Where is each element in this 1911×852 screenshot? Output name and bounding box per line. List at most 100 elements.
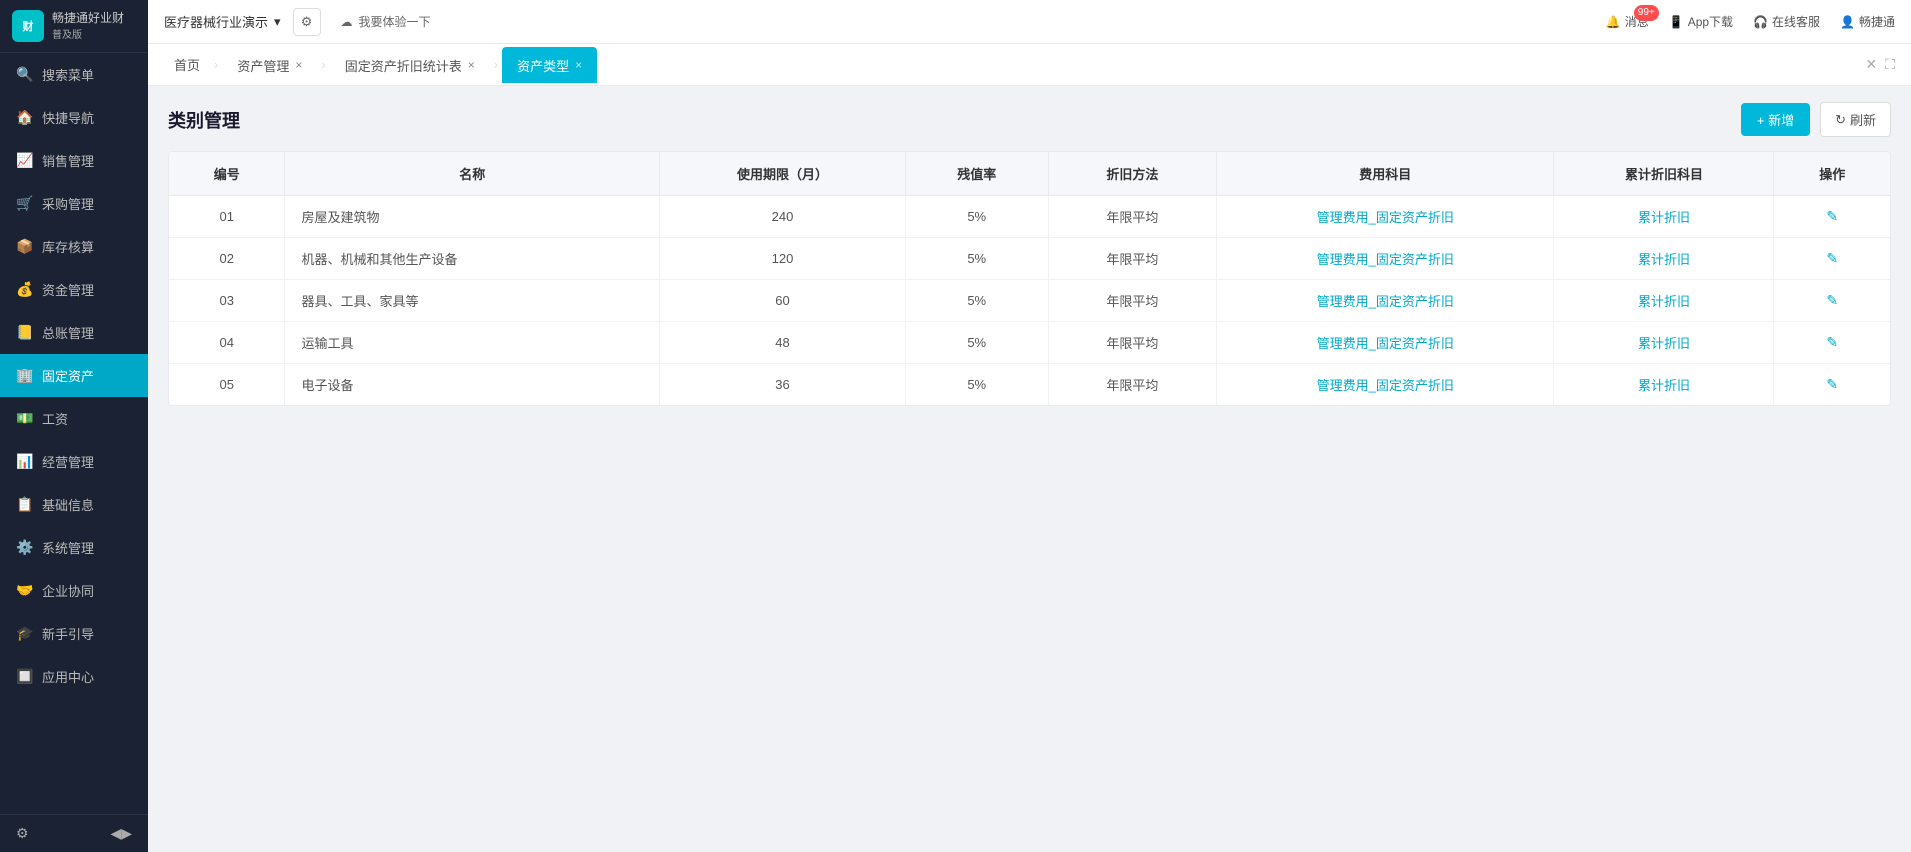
sidebar-item-label-finance: 资金管理 bbox=[42, 280, 94, 299]
col-header-method: 折旧方法 bbox=[1048, 152, 1216, 196]
fixed-asset-icon: 🏢 bbox=[16, 367, 34, 385]
tabs-bar: 首页 › 资产管理 × › 固定资产折旧统计表 × › 资产类型 × ✕ ⛶ bbox=[148, 44, 1911, 86]
sidebar-item-search[interactable]: 🔍 搜索菜单 bbox=[0, 53, 148, 96]
add-button[interactable]: + 新增 bbox=[1741, 103, 1810, 136]
sidebar-item-guide[interactable]: 🎓 新手引导 bbox=[0, 612, 148, 655]
sidebar-item-fixed[interactable]: 🏢 固定资产 bbox=[0, 354, 148, 397]
module-selector[interactable]: 医疗器械行业演示 ▾ bbox=[164, 12, 281, 31]
cell-residual: 5% bbox=[905, 196, 1048, 238]
cell-action[interactable]: ✎ bbox=[1774, 280, 1890, 322]
sidebar-item-sales[interactable]: 📈 销售管理 bbox=[0, 139, 148, 182]
inventory-icon: 📦 bbox=[16, 238, 34, 256]
col-header-name: 名称 bbox=[285, 152, 660, 196]
cell-accumulated: 累计折旧 bbox=[1554, 364, 1774, 406]
cell-method: 年限平均 bbox=[1048, 364, 1216, 406]
sidebar-item-label-purchase: 采购管理 bbox=[42, 194, 94, 213]
sidebar-item-operations[interactable]: 📊 经营管理 bbox=[0, 440, 148, 483]
cell-code: 01 bbox=[169, 196, 285, 238]
window-controls: ✕ ⛶ bbox=[1849, 56, 1895, 73]
cell-period: 48 bbox=[660, 322, 906, 364]
cell-period: 36 bbox=[660, 364, 906, 406]
tab-asset-management[interactable]: 资产管理 × bbox=[222, 47, 317, 83]
appstore-icon: 🔲 bbox=[16, 668, 34, 686]
tab-asset-type[interactable]: 资产类型 × bbox=[502, 47, 597, 83]
notifications-button[interactable]: 🔔 消息 99+ bbox=[1606, 13, 1649, 30]
search-icon: 🔍 bbox=[16, 66, 34, 84]
sidebar-item-label-ledger: 总账管理 bbox=[42, 323, 94, 342]
sidebar-item-system[interactable]: ⚙️ 系统管理 bbox=[0, 526, 148, 569]
sidebar-item-appstore[interactable]: 🔲 应用中心 bbox=[0, 655, 148, 698]
tab-depreciation-stats[interactable]: 固定资产折旧统计表 × bbox=[330, 47, 490, 83]
sidebar-item-ledger[interactable]: 📒 总账管理 bbox=[0, 311, 148, 354]
sidebar-item-purchase[interactable]: 🛒 采购管理 bbox=[0, 182, 148, 225]
cell-name: 机器、机械和其他生产设备 bbox=[285, 238, 660, 280]
refresh-button[interactable]: ↻ 刷新 bbox=[1820, 102, 1891, 137]
sidebar-item-label-collab: 企业协同 bbox=[42, 581, 94, 600]
logo-text: 畅捷通好业财 bbox=[52, 11, 124, 27]
ledger-icon: 📒 bbox=[16, 324, 34, 342]
data-table: 编号 名称 使用期限（月） 残值率 折旧方法 费用科目 累计折旧科目 操作 01… bbox=[169, 152, 1890, 405]
user-icon: 👤 bbox=[1840, 15, 1855, 29]
collapse-button[interactable]: ◀▶ bbox=[110, 825, 132, 842]
experience-icon: ☁ bbox=[341, 15, 353, 29]
user-menu[interactable]: 👤 畅捷通 bbox=[1840, 13, 1895, 30]
experience-button[interactable]: ☁ 我要体验一下 bbox=[341, 13, 431, 30]
tab-close-depreciation[interactable]: × bbox=[468, 58, 475, 72]
tab-close-asset[interactable]: × bbox=[295, 58, 302, 72]
cell-code: 03 bbox=[169, 280, 285, 322]
settings-button[interactable]: ⚙ bbox=[16, 825, 29, 842]
cell-expense: 管理费用_固定资产折旧 bbox=[1217, 196, 1554, 238]
sidebar-item-quicknav[interactable]: 🏠 快捷导航 bbox=[0, 96, 148, 139]
data-table-wrapper: 编号 名称 使用期限（月） 残值率 折旧方法 费用科目 累计折旧科目 操作 01… bbox=[168, 151, 1891, 406]
sidebar-item-collab[interactable]: 🤝 企业协同 bbox=[0, 569, 148, 612]
experience-text: 我要体验一下 bbox=[359, 13, 431, 30]
sidebar-item-label-basics: 基础信息 bbox=[42, 495, 94, 514]
cell-expense: 管理费用_固定资产折旧 bbox=[1217, 364, 1554, 406]
window-close-button[interactable]: ✕ bbox=[1865, 56, 1877, 73]
page-title: 类别管理 bbox=[168, 107, 240, 133]
cell-expense: 管理费用_固定资产折旧 bbox=[1217, 238, 1554, 280]
operations-icon: 📊 bbox=[16, 453, 34, 471]
col-header-code: 编号 bbox=[169, 152, 285, 196]
module-settings-button[interactable]: ⚙ bbox=[293, 8, 321, 36]
tab-home[interactable]: 首页 bbox=[164, 55, 210, 74]
col-header-expense: 费用科目 bbox=[1217, 152, 1554, 196]
sidebar-item-salary[interactable]: 💵 工资 bbox=[0, 397, 148, 440]
cell-residual: 5% bbox=[905, 364, 1048, 406]
cell-method: 年限平均 bbox=[1048, 280, 1216, 322]
sidebar-item-label-search: 搜索菜单 bbox=[42, 65, 94, 84]
cell-method: 年限平均 bbox=[1048, 322, 1216, 364]
cell-action[interactable]: ✎ bbox=[1774, 238, 1890, 280]
sidebar-item-inventory[interactable]: 📦 库存核算 bbox=[0, 225, 148, 268]
window-maximize-button[interactable]: ⛶ bbox=[1885, 56, 1895, 73]
customer-service-button[interactable]: 🎧 在线客服 bbox=[1753, 13, 1820, 30]
collab-icon: 🤝 bbox=[16, 582, 34, 600]
table-row: 04运输工具485%年限平均管理费用_固定资产折旧累计折旧✎ bbox=[169, 322, 1890, 364]
bell-icon: 🔔 bbox=[1606, 15, 1621, 29]
table-row: 01房屋及建筑物2405%年限平均管理费用_固定资产折旧累计折旧✎ bbox=[169, 196, 1890, 238]
page-header: 类别管理 + 新增 ↻ 刷新 bbox=[168, 102, 1891, 137]
cell-action[interactable]: ✎ bbox=[1774, 196, 1890, 238]
cell-name: 器具、工具、家具等 bbox=[285, 280, 660, 322]
sidebar-item-label-appstore: 应用中心 bbox=[42, 667, 94, 686]
sidebar-item-label-operations: 经营管理 bbox=[42, 452, 94, 471]
finance-icon: 💰 bbox=[16, 281, 34, 299]
cell-action[interactable]: ✎ bbox=[1774, 322, 1890, 364]
tab-close-asset-type[interactable]: × bbox=[575, 58, 582, 72]
cell-action[interactable]: ✎ bbox=[1774, 364, 1890, 406]
cell-expense: 管理费用_固定资产折旧 bbox=[1217, 280, 1554, 322]
refresh-label: 刷新 bbox=[1850, 110, 1876, 129]
main-area: 医疗器械行业演示 ▾ ⚙ ☁ 我要体验一下 🔔 消息 99+ 📱 App下载 🎧… bbox=[148, 0, 1911, 852]
app-download-button[interactable]: 📱 App下载 bbox=[1669, 13, 1733, 30]
sidebar-item-finance[interactable]: 💰 资金管理 bbox=[0, 268, 148, 311]
sidebar-footer: ⚙ ◀▶ bbox=[0, 814, 148, 852]
cell-name: 运输工具 bbox=[285, 322, 660, 364]
sales-icon: 📈 bbox=[16, 152, 34, 170]
sidebar-item-basics[interactable]: 📋 基础信息 bbox=[0, 483, 148, 526]
sidebar: 财 畅捷通好业财 普及版 🔍 搜索菜单 🏠 快捷导航 📈 销售管理 🛒 采购管理… bbox=[0, 0, 148, 852]
table-row: 03器具、工具、家具等605%年限平均管理费用_固定资产折旧累计折旧✎ bbox=[169, 280, 1890, 322]
sidebar-item-label-sales: 销售管理 bbox=[42, 151, 94, 170]
col-header-period: 使用期限（月） bbox=[660, 152, 906, 196]
logo-icon: 财 bbox=[12, 10, 44, 42]
cell-period: 60 bbox=[660, 280, 906, 322]
